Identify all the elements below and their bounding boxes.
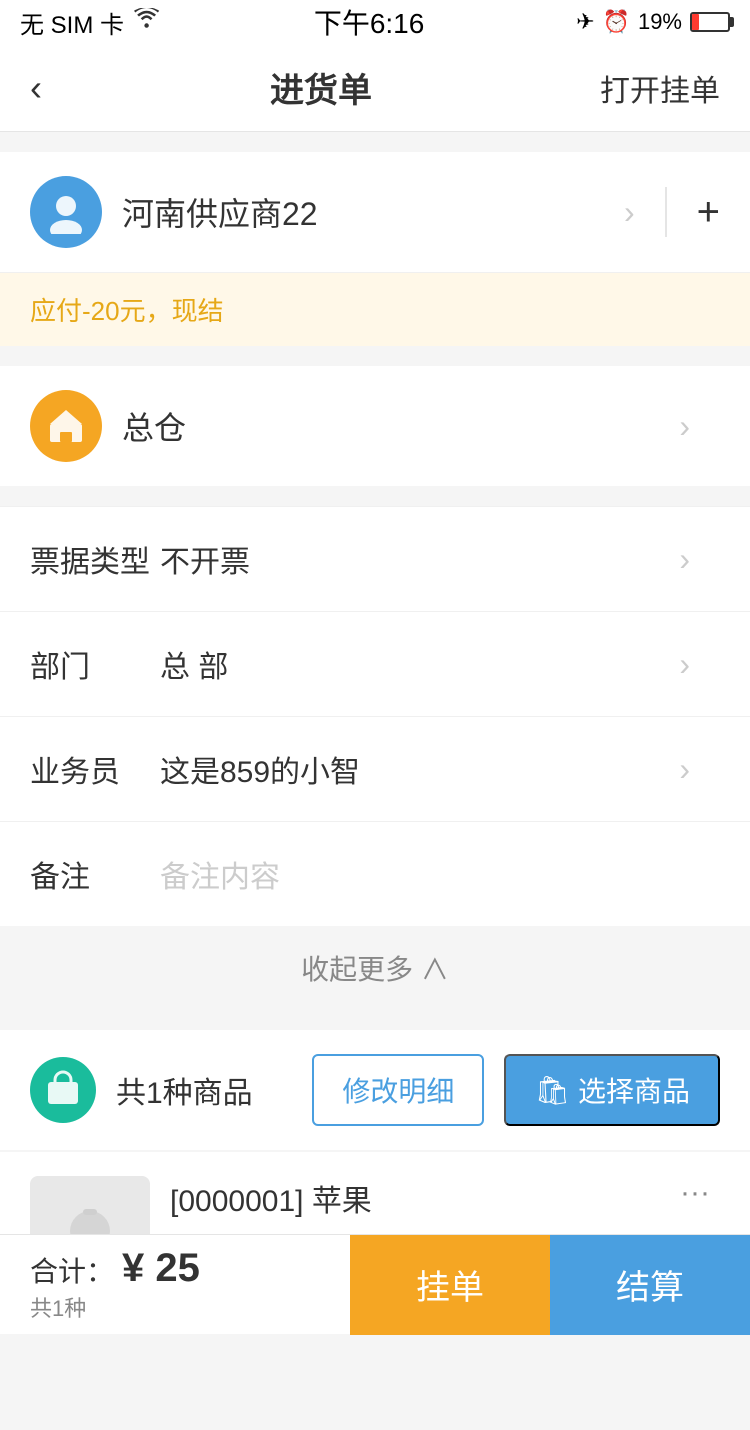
hang-button[interactable]: 挂单	[350, 1235, 550, 1335]
sales-label: 业务员	[30, 747, 160, 791]
invoice-chevron-icon: ›	[679, 541, 690, 578]
wifi-icon	[134, 8, 162, 37]
dept-chevron-icon: ›	[679, 646, 690, 683]
form-section: 票据类型 不开票 › 部门 总 部 › 业务员 这是859的小智 › 备注 备注…	[0, 506, 750, 926]
product-header: 共1种商品 修改明细 🛍 选择商品	[0, 1030, 750, 1150]
battery-percent: 19%	[638, 9, 682, 35]
divider	[665, 187, 667, 237]
divider-2	[0, 486, 750, 506]
battery-icon	[690, 12, 730, 32]
footer-total: 合计： ¥ 25 共1种	[0, 1246, 350, 1323]
warehouse-row[interactable]: 总仓 ›	[0, 366, 750, 486]
collapse-row[interactable]: 收起更多 ∧	[0, 926, 750, 1010]
status-left: 无 SIM 卡	[20, 5, 162, 40]
invoice-label: 票据类型	[30, 537, 160, 581]
hang-label: 挂单	[416, 1260, 484, 1309]
alarm-icon: ⏰	[603, 9, 630, 35]
invoice-value: 不开票	[160, 537, 679, 581]
footer: 合计： ¥ 25 共1种 挂单 结算	[0, 1234, 750, 1334]
product-code: [0000001]	[170, 1185, 303, 1218]
dept-label: 部门	[30, 642, 160, 686]
product-name: 苹果	[312, 1185, 372, 1218]
warehouse-icon	[30, 390, 102, 462]
select-product-label: 选择商品	[578, 1070, 690, 1110]
remark-input[interactable]: 备注内容	[160, 852, 720, 896]
supplier-name: 河南供应商22	[122, 189, 624, 235]
total-label: 合计：	[30, 1250, 114, 1290]
notice-bar: 应付-20元，现结	[0, 273, 750, 346]
product-icon	[30, 1057, 96, 1123]
supplier-avatar	[30, 176, 102, 248]
warehouse-section: 总仓 ›	[0, 366, 750, 486]
total-amount: ¥ 25	[122, 1246, 200, 1291]
sales-row[interactable]: 业务员 这是859的小智 ›	[0, 716, 750, 821]
carrier-label: 无 SIM 卡	[20, 5, 124, 40]
settle-label: 结算	[616, 1260, 684, 1309]
back-button[interactable]: ‹	[30, 67, 42, 109]
product-count: 共1种商品	[116, 1068, 292, 1112]
settle-button[interactable]: 结算	[550, 1235, 750, 1335]
footer-spacer	[0, 1320, 750, 1430]
select-product-button[interactable]: 🛍 选择商品	[504, 1054, 720, 1126]
collapse-label: 收起更多 ∧	[301, 948, 449, 988]
dept-value: 总 部	[160, 642, 679, 686]
status-right: ✈ ⏰ 19%	[576, 9, 730, 35]
modify-detail-button[interactable]: 修改明细	[312, 1054, 484, 1126]
add-button[interactable]: +	[697, 190, 720, 235]
remark-label: 备注	[30, 852, 160, 896]
page-title: 进货单	[270, 63, 372, 112]
open-hang-button[interactable]: 打开挂单	[600, 66, 720, 110]
dept-row[interactable]: 部门 总 部 ›	[0, 611, 750, 716]
total-sub: 共1种	[30, 1291, 320, 1323]
status-bar: 无 SIM 卡 下午6:16 ✈ ⏰ 19%	[0, 0, 750, 44]
divider-1	[0, 346, 750, 366]
invoice-row[interactable]: 票据类型 不开票 ›	[0, 506, 750, 611]
sales-value: 这是859的小智	[160, 747, 679, 791]
sales-chevron-icon: ›	[679, 751, 690, 788]
status-time: 下午6:16	[314, 2, 425, 42]
remark-row[interactable]: 备注 备注内容	[0, 821, 750, 926]
supplier-section: 河南供应商22 › + 应付-20元，现结	[0, 152, 750, 346]
warehouse-chevron-icon: ›	[679, 408, 690, 445]
more-button[interactable]: ···	[670, 1176, 720, 1210]
select-product-icon: 🛍	[534, 1074, 570, 1107]
location-icon: ✈	[576, 9, 594, 35]
supplier-chevron-icon: ›	[624, 194, 635, 231]
top-divider	[0, 132, 750, 152]
divider-3	[0, 1010, 750, 1030]
nav-bar: ‹ 进货单 打开挂单	[0, 44, 750, 132]
product-title: [0000001] 苹果	[170, 1176, 650, 1220]
warehouse-name: 总仓	[122, 403, 679, 449]
supplier-row[interactable]: 河南供应商22 › +	[0, 152, 750, 273]
